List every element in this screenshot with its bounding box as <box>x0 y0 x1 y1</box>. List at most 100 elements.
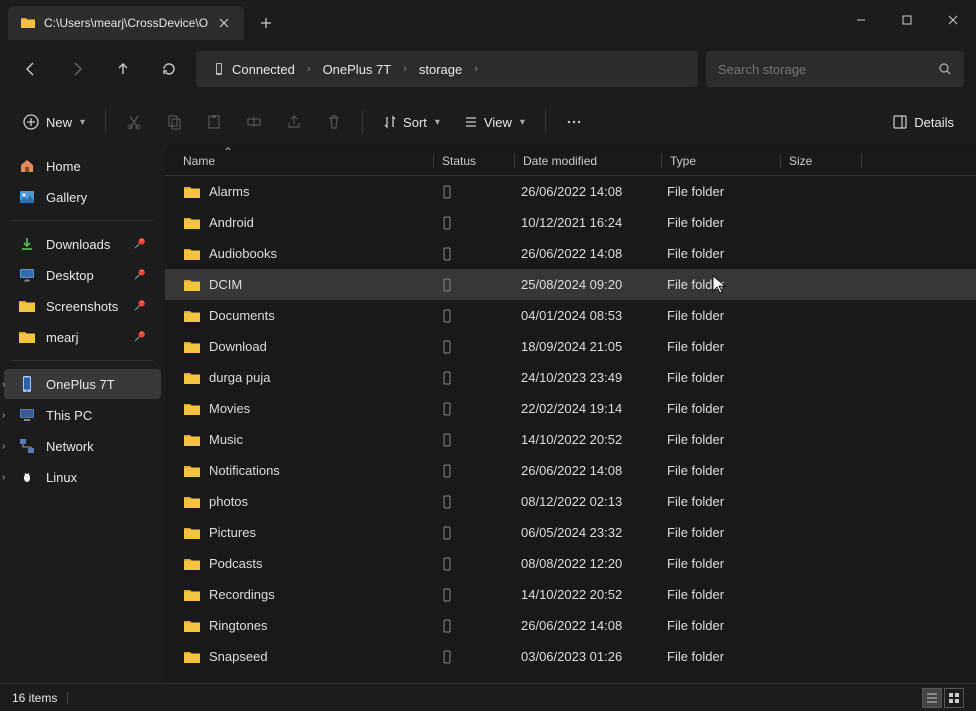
file-status <box>433 588 513 602</box>
pin-icon: 📍 <box>129 265 149 285</box>
file-type: File folder <box>659 618 777 633</box>
breadcrumb-root[interactable]: Connected <box>204 58 303 81</box>
table-row[interactable]: Alarms26/06/2022 14:08File folder <box>165 176 976 207</box>
table-row[interactable]: Download18/09/2024 21:05File folder <box>165 331 976 362</box>
maximize-button[interactable] <box>884 0 930 40</box>
file-name: Ringtones <box>209 618 268 633</box>
up-button[interactable] <box>104 50 142 88</box>
sidebar-item-label: mearj <box>46 330 122 345</box>
file-name: Android <box>209 215 254 230</box>
back-button[interactable] <box>12 50 50 88</box>
view-button[interactable]: View ▾ <box>454 107 535 138</box>
breadcrumb-item[interactable]: OnePlus 7T <box>315 58 400 81</box>
col-status[interactable]: Status <box>434 154 514 168</box>
file-type: File folder <box>659 339 777 354</box>
linux-icon <box>18 468 36 486</box>
sidebar-item-desktop[interactable]: Desktop 📍 <box>4 260 161 290</box>
col-name[interactable]: Name <box>175 154 433 168</box>
col-size[interactable]: Size <box>781 154 861 168</box>
file-name: Audiobooks <box>209 246 277 261</box>
table-row[interactable]: DCIM25/08/2024 09:20File folder <box>165 269 976 300</box>
chevron-right-icon[interactable]: › <box>2 379 5 390</box>
gallery-icon <box>18 188 36 206</box>
sort-button[interactable]: Sort ▾ <box>373 107 450 138</box>
table-row[interactable]: Documents04/01/2024 08:53File folder <box>165 300 976 331</box>
chevron-right-icon[interactable]: › <box>2 410 5 421</box>
pin-icon: 📍 <box>129 234 149 254</box>
close-tab-button[interactable] <box>216 15 232 31</box>
cut-button[interactable] <box>116 104 152 140</box>
new-button[interactable]: New ▾ <box>12 105 95 139</box>
table-row[interactable]: Movies22/02/2024 19:14File folder <box>165 393 976 424</box>
table-row[interactable]: Music14/10/2022 20:52File folder <box>165 424 976 455</box>
file-name: Alarms <box>209 184 249 199</box>
details-button[interactable]: Details <box>882 106 964 138</box>
file-type: File folder <box>659 370 777 385</box>
file-modified: 22/02/2024 19:14 <box>513 401 659 416</box>
file-type: File folder <box>659 277 777 292</box>
search-input[interactable] <box>718 62 930 77</box>
sidebar-item-downloads[interactable]: Downloads 📍 <box>4 229 161 259</box>
minimize-button[interactable] <box>838 0 884 40</box>
col-type[interactable]: Type <box>662 154 780 168</box>
phone-icon <box>212 62 226 76</box>
file-modified: 26/06/2022 14:08 <box>513 246 659 261</box>
search-box[interactable] <box>706 51 964 87</box>
sidebar-item-label: Screenshots <box>46 299 122 314</box>
sidebar-item-label: Downloads <box>46 237 122 252</box>
search-icon[interactable] <box>938 62 952 76</box>
folder-icon <box>183 339 201 355</box>
sidebar-item-mearj[interactable]: mearj📍 <box>4 322 161 352</box>
table-row[interactable]: durga puja24/10/2023 23:49File folder <box>165 362 976 393</box>
table-row[interactable]: Notifications26/06/2022 14:08File folder <box>165 455 976 486</box>
download-icon <box>18 235 36 253</box>
sidebar-item-gallery[interactable]: Gallery <box>4 182 161 212</box>
paste-button[interactable] <box>196 104 232 140</box>
tab[interactable]: C:\Users\mearj\CrossDevice\O <box>8 6 244 40</box>
new-tab-button[interactable] <box>248 6 284 40</box>
view-thumbnails-button[interactable] <box>944 688 964 708</box>
file-name: Recordings <box>209 587 275 602</box>
table-row[interactable]: Audiobooks26/06/2022 14:08File folder <box>165 238 976 269</box>
file-modified: 14/10/2022 20:52 <box>513 587 659 602</box>
refresh-button[interactable] <box>150 50 188 88</box>
table-row[interactable]: Recordings14/10/2022 20:52File folder <box>165 579 976 610</box>
table-row[interactable]: photos08/12/2022 02:13File folder <box>165 486 976 517</box>
sidebar-item-oneplus-7t[interactable]: ›OnePlus 7T <box>4 369 161 399</box>
sidebar-item-this-pc[interactable]: ›This PC <box>4 400 161 430</box>
breadcrumb[interactable]: Connected › OnePlus 7T › storage › <box>196 51 698 87</box>
table-row[interactable]: Android10/12/2021 16:24File folder <box>165 207 976 238</box>
chevron-right-icon[interactable]: › <box>2 441 5 452</box>
more-button[interactable] <box>556 104 592 140</box>
chevron-right-icon[interactable]: › <box>403 63 407 75</box>
table-row[interactable]: Snapseed03/06/2023 01:26File folder <box>165 641 976 672</box>
delete-button[interactable] <box>316 104 352 140</box>
view-details-button[interactable] <box>922 688 942 708</box>
chevron-right-icon[interactable]: › <box>307 63 311 75</box>
table-row[interactable]: Pictures06/05/2024 23:32File folder <box>165 517 976 548</box>
file-modified: 08/08/2022 12:20 <box>513 556 659 571</box>
sidebar-item-screenshots[interactable]: Screenshots📍 <box>4 291 161 321</box>
sidebar-item-network[interactable]: ›Network <box>4 431 161 461</box>
folder-icon <box>183 494 201 510</box>
folder-icon <box>183 587 201 603</box>
sidebar-item-label: Desktop <box>46 268 122 283</box>
forward-button[interactable] <box>58 50 96 88</box>
share-button[interactable] <box>276 104 312 140</box>
copy-button[interactable] <box>156 104 192 140</box>
file-modified: 26/06/2022 14:08 <box>513 618 659 633</box>
chevron-right-icon[interactable]: › <box>474 63 478 75</box>
file-name: Download <box>209 339 267 354</box>
file-status <box>433 216 513 230</box>
table-row[interactable]: Ringtones 26/06/2022 14:08File folder <box>165 610 976 641</box>
table-row[interactable]: Podcasts08/08/2022 12:20File folder <box>165 548 976 579</box>
close-window-button[interactable] <box>930 0 976 40</box>
item-count: 16 items <box>12 691 57 705</box>
col-modified[interactable]: Date modified <box>515 154 661 168</box>
file-name: Pictures <box>209 525 256 540</box>
rename-button[interactable] <box>236 104 272 140</box>
sidebar-item-home[interactable]: Home <box>4 151 161 181</box>
breadcrumb-item[interactable]: storage <box>411 58 470 81</box>
chevron-right-icon[interactable]: › <box>2 472 5 483</box>
sidebar-item-linux[interactable]: ›Linux <box>4 462 161 492</box>
